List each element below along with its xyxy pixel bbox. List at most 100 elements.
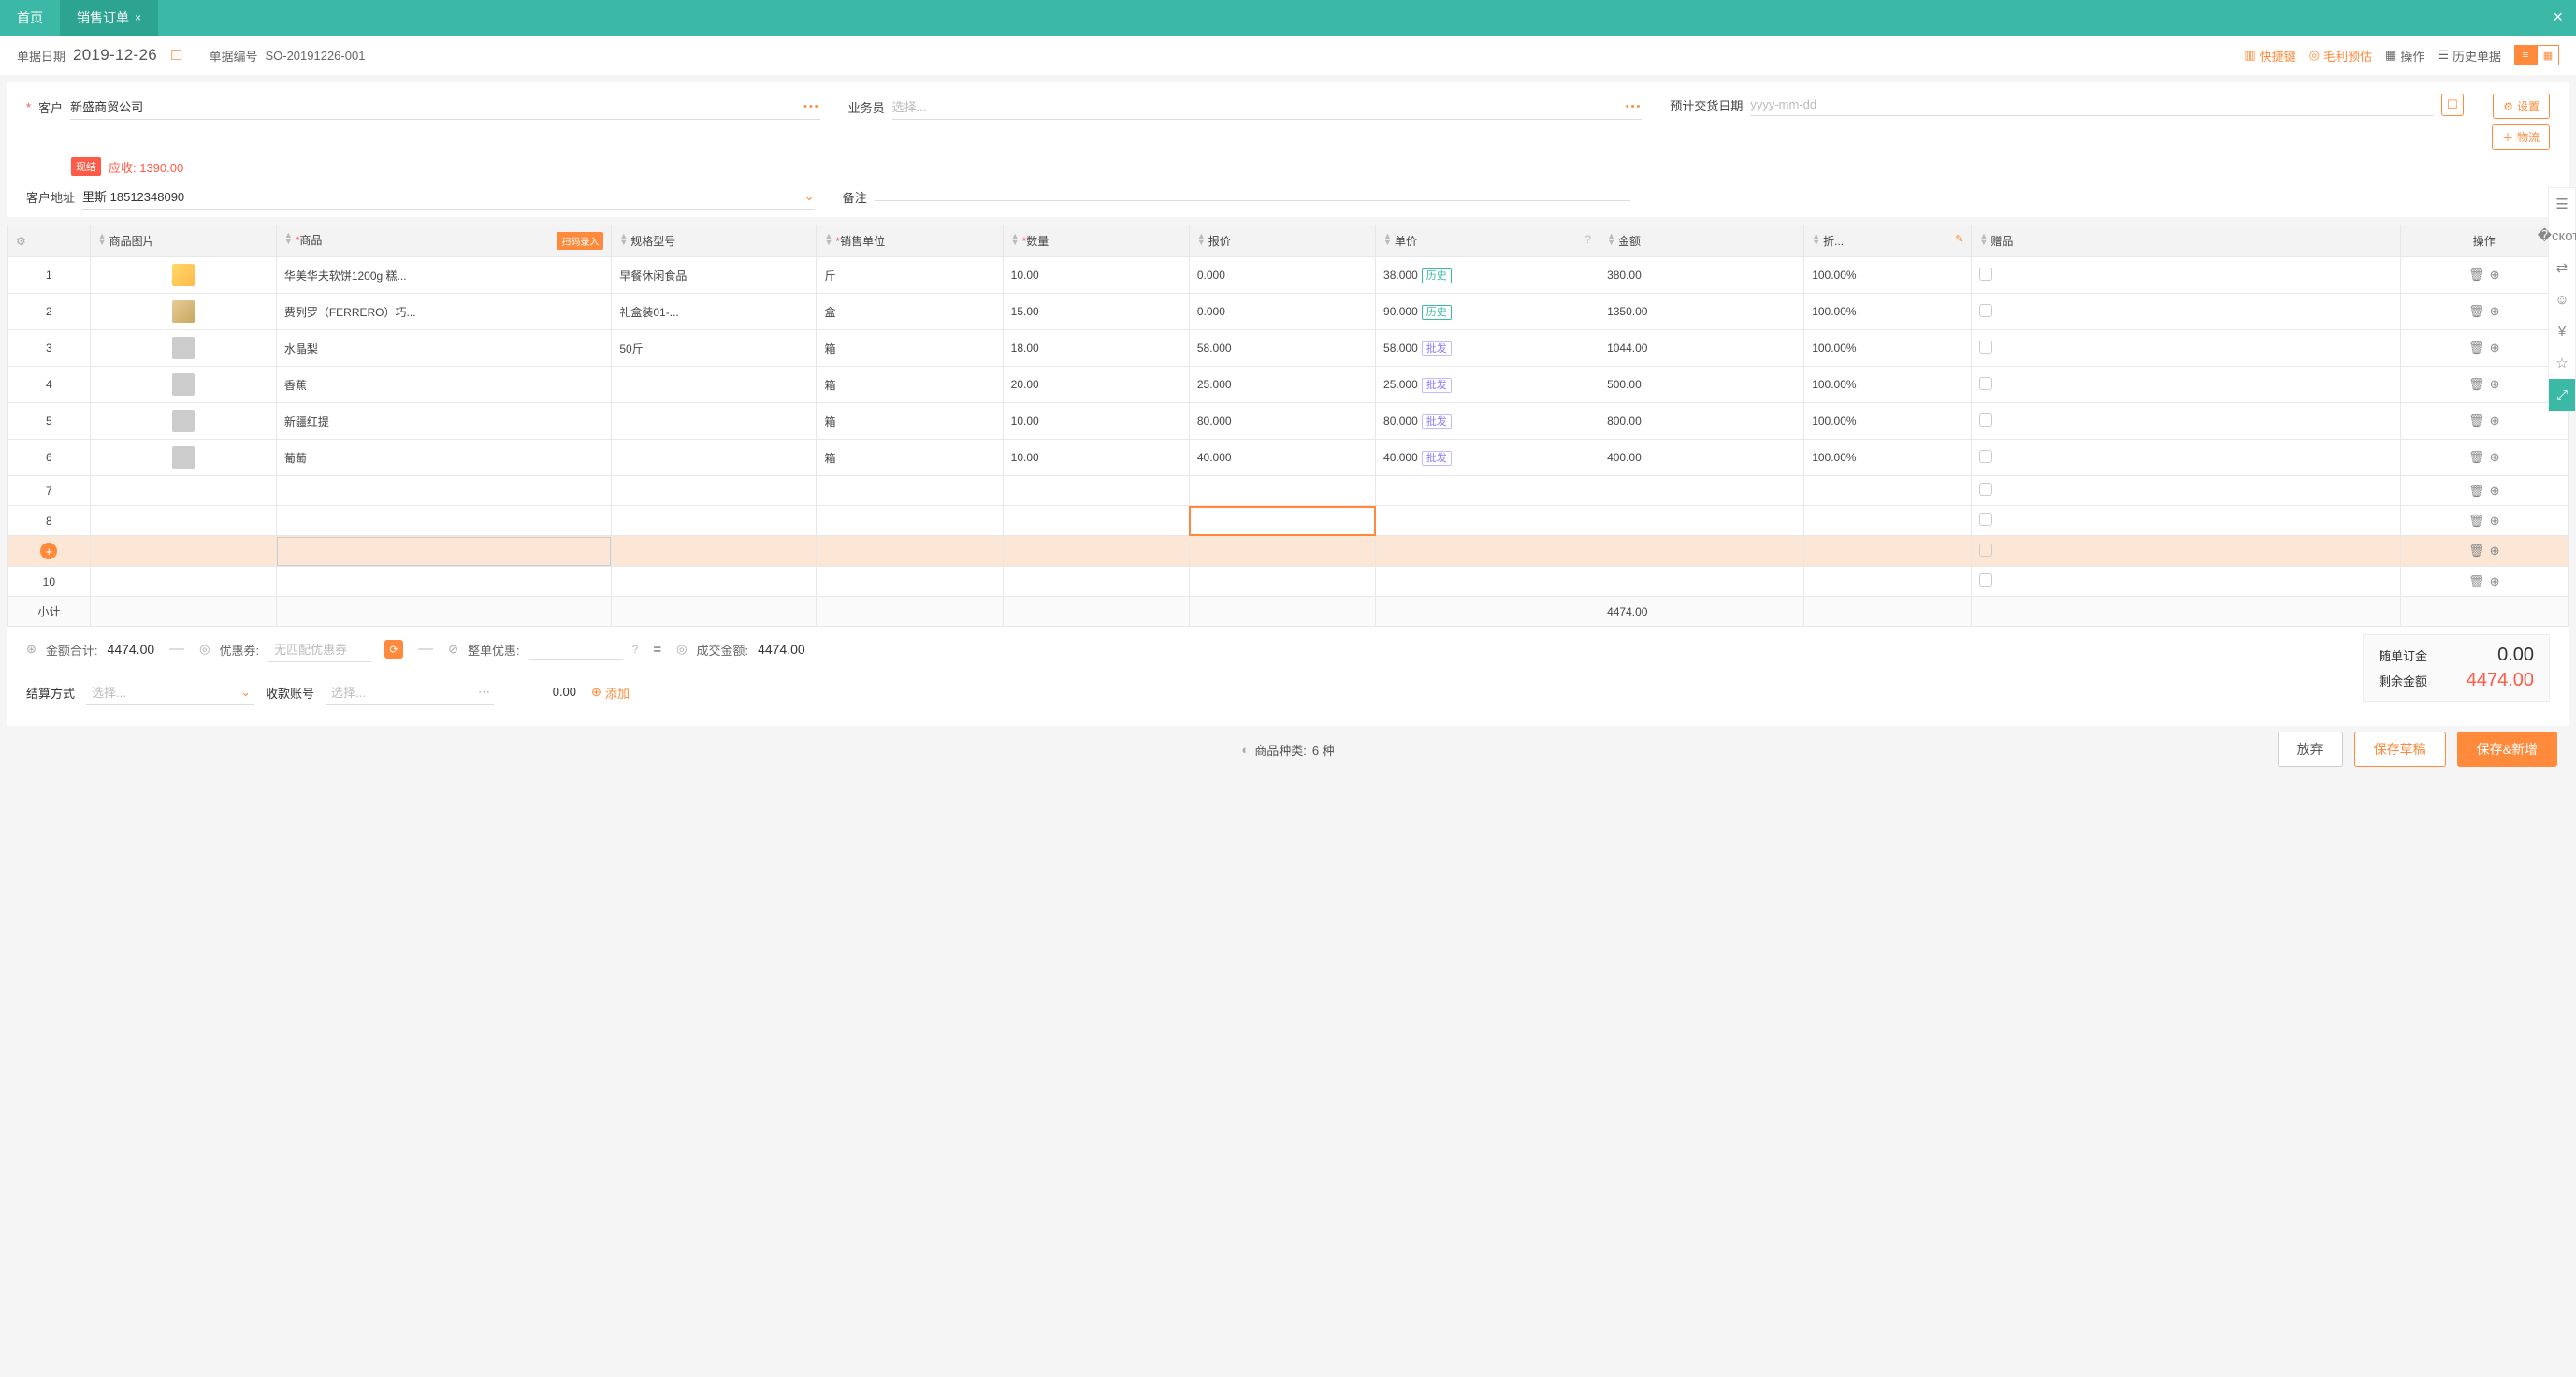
cell-quote[interactable] xyxy=(1189,476,1375,506)
cell-discount[interactable]: 100.00% xyxy=(1804,330,1972,367)
delete-icon[interactable]: 🗑 xyxy=(2468,413,2484,428)
cell-quote[interactable]: 58.000 xyxy=(1189,330,1375,367)
view-grid-icon[interactable]: ▦ xyxy=(2537,45,2559,65)
col-unit[interactable]: ▲▼*销售单位 xyxy=(817,225,1003,257)
close-icon[interactable]: × xyxy=(135,11,141,24)
ops-link[interactable]: ▦操作 xyxy=(2385,47,2424,65)
addr-value[interactable]: 里斯 18512348090 xyxy=(82,187,184,205)
cell-quote[interactable]: 0.000 xyxy=(1189,294,1375,330)
delete-icon[interactable]: 🗑 xyxy=(2468,574,2484,588)
rail-star-icon[interactable]: ☆ xyxy=(2549,347,2575,379)
checkbox[interactable] xyxy=(1979,450,1992,463)
cell-discount[interactable]: 100.00% xyxy=(1804,403,1972,440)
cell-spec[interactable] xyxy=(612,403,817,440)
cell-amount[interactable]: 1044.00 xyxy=(1599,330,1804,367)
cell-qty[interactable]: 10.00 xyxy=(1003,440,1189,476)
pay-account-select[interactable]: 选择...⋯ xyxy=(326,679,494,705)
cell-amount[interactable]: 500.00 xyxy=(1599,367,1804,403)
copy-icon[interactable]: ⊕ xyxy=(2490,377,2500,391)
checkbox[interactable] xyxy=(1979,304,1992,317)
col-amount[interactable]: ▲▼金额 xyxy=(1599,225,1804,257)
cell-price[interactable]: 80.000批发 xyxy=(1376,403,1599,440)
copy-icon[interactable]: ⊕ xyxy=(2490,304,2500,318)
more-icon[interactable]: ••• xyxy=(803,101,820,112)
copy-icon[interactable]: ⊕ xyxy=(2490,268,2500,282)
cell-quote[interactable]: 0.000 xyxy=(1189,257,1375,294)
cell-amount[interactable]: 1350.00 xyxy=(1599,294,1804,330)
cell-product[interactable]: 水晶梨 xyxy=(276,330,612,367)
rail-attach-icon[interactable]: �ското xyxy=(2549,220,2575,252)
col-price[interactable]: ▲▼单价? xyxy=(1376,225,1599,257)
cell-img[interactable] xyxy=(90,440,276,476)
col-qty[interactable]: ▲▼*数量 xyxy=(1003,225,1189,257)
tab-home[interactable]: 首页 xyxy=(0,0,60,36)
copy-icon[interactable]: ⊕ xyxy=(2490,450,2500,464)
delete-icon[interactable]: 🗑 xyxy=(2468,544,2484,558)
delete-icon[interactable]: 🗑 xyxy=(2468,304,2484,318)
cell-price[interactable]: 40.000批发 xyxy=(1376,440,1599,476)
gross-profit-link[interactable]: ◎毛利预估 xyxy=(2309,47,2372,65)
cell-amount[interactable]: 380.00 xyxy=(1599,257,1804,294)
cell-product[interactable]: 香蕉 xyxy=(276,367,612,403)
cell-spec[interactable] xyxy=(612,367,817,403)
cell-gift[interactable] xyxy=(1972,403,2400,440)
doc-date[interactable]: 2019-12-26 xyxy=(73,46,157,65)
cell-qty[interactable]: 10.00 xyxy=(1003,403,1189,440)
cell-qty[interactable]: 15.00 xyxy=(1003,294,1189,330)
cell-gift[interactable] xyxy=(1972,330,2400,367)
rail-money-icon[interactable]: ¥ xyxy=(2549,315,2575,347)
cell-spec[interactable] xyxy=(612,440,817,476)
history-link[interactable]: ☰历史单据 xyxy=(2438,47,2501,65)
cell-product[interactable]: 葡萄 xyxy=(276,440,612,476)
cell-quote[interactable]: 40.000 xyxy=(1189,440,1375,476)
cell-unit[interactable]: 箱 xyxy=(817,367,1003,403)
cell-unit[interactable]: 斤 xyxy=(817,257,1003,294)
tabbar-close-icon[interactable]: × xyxy=(2553,7,2563,27)
col-discount[interactable]: ▲▼折...✎ xyxy=(1804,225,1972,257)
pay-amount-input[interactable]: 0.00 xyxy=(505,681,580,703)
col-gift[interactable]: ▲▼赠品 xyxy=(1972,225,2400,257)
checkbox[interactable] xyxy=(1979,483,1992,496)
cell-img[interactable] xyxy=(90,367,276,403)
cell-qty[interactable]: 20.00 xyxy=(1003,367,1189,403)
calendar-icon[interactable]: ☐ xyxy=(2441,94,2464,116)
checkbox[interactable] xyxy=(1979,268,1992,281)
logistics-button[interactable]: ＋物流 xyxy=(2492,124,2550,150)
shortcut-link[interactable]: ▥快捷键 xyxy=(2244,47,2295,65)
save-new-button[interactable]: 保存&新增 xyxy=(2457,732,2557,767)
cell-price[interactable]: 38.000历史 xyxy=(1376,257,1599,294)
scan-button[interactable]: 扫码录入 xyxy=(557,232,603,250)
cell-unit[interactable]: 箱 xyxy=(817,330,1003,367)
cell-product[interactable]: 新疆红提 xyxy=(276,403,612,440)
cell-amount[interactable]: 800.00 xyxy=(1599,403,1804,440)
cell-img[interactable] xyxy=(90,257,276,294)
customer-value[interactable]: 新盛商贸公司 xyxy=(70,97,143,115)
delete-icon[interactable]: 🗑 xyxy=(2468,268,2484,282)
checkbox[interactable] xyxy=(1979,513,1992,526)
cell-discount[interactable]: 100.00% xyxy=(1804,294,1972,330)
rail-expand-icon[interactable]: ⤢ xyxy=(2549,379,2575,411)
more-icon[interactable]: ••• xyxy=(1626,101,1643,112)
cell-qty[interactable]: 10.00 xyxy=(1003,257,1189,294)
cell-price[interactable]: 90.000历史 xyxy=(1376,294,1599,330)
cell-product[interactable]: 华美华夫软饼1200g 糕... xyxy=(276,257,612,294)
copy-icon[interactable]: ⊕ xyxy=(2490,413,2500,428)
checkbox[interactable] xyxy=(1979,377,1992,390)
cell-unit[interactable]: 箱 xyxy=(817,440,1003,476)
delete-icon[interactable]: 🗑 xyxy=(2468,450,2484,464)
delete-icon[interactable]: 🗑 xyxy=(2468,484,2484,498)
cell-amount[interactable]: 400.00 xyxy=(1599,440,1804,476)
cell-unit[interactable]: 盒 xyxy=(817,294,1003,330)
rail-user-icon[interactable]: ☺ xyxy=(2549,283,2575,315)
cell-img[interactable] xyxy=(90,294,276,330)
cell-quote[interactable]: 80.000 xyxy=(1189,403,1375,440)
checkbox[interactable] xyxy=(1979,573,1992,587)
help-icon[interactable]: ? xyxy=(1585,233,1591,246)
salesperson-select[interactable]: 选择... xyxy=(892,97,927,115)
cell-quote[interactable]: 25.000 xyxy=(1189,367,1375,403)
cell-product[interactable]: 费列罗（FERRERO）巧... xyxy=(276,294,612,330)
cell-product[interactable] xyxy=(276,536,612,567)
col-config[interactable]: ⚙ xyxy=(8,225,91,257)
checkbox[interactable] xyxy=(1979,544,1992,557)
cell-unit[interactable]: 箱 xyxy=(817,403,1003,440)
